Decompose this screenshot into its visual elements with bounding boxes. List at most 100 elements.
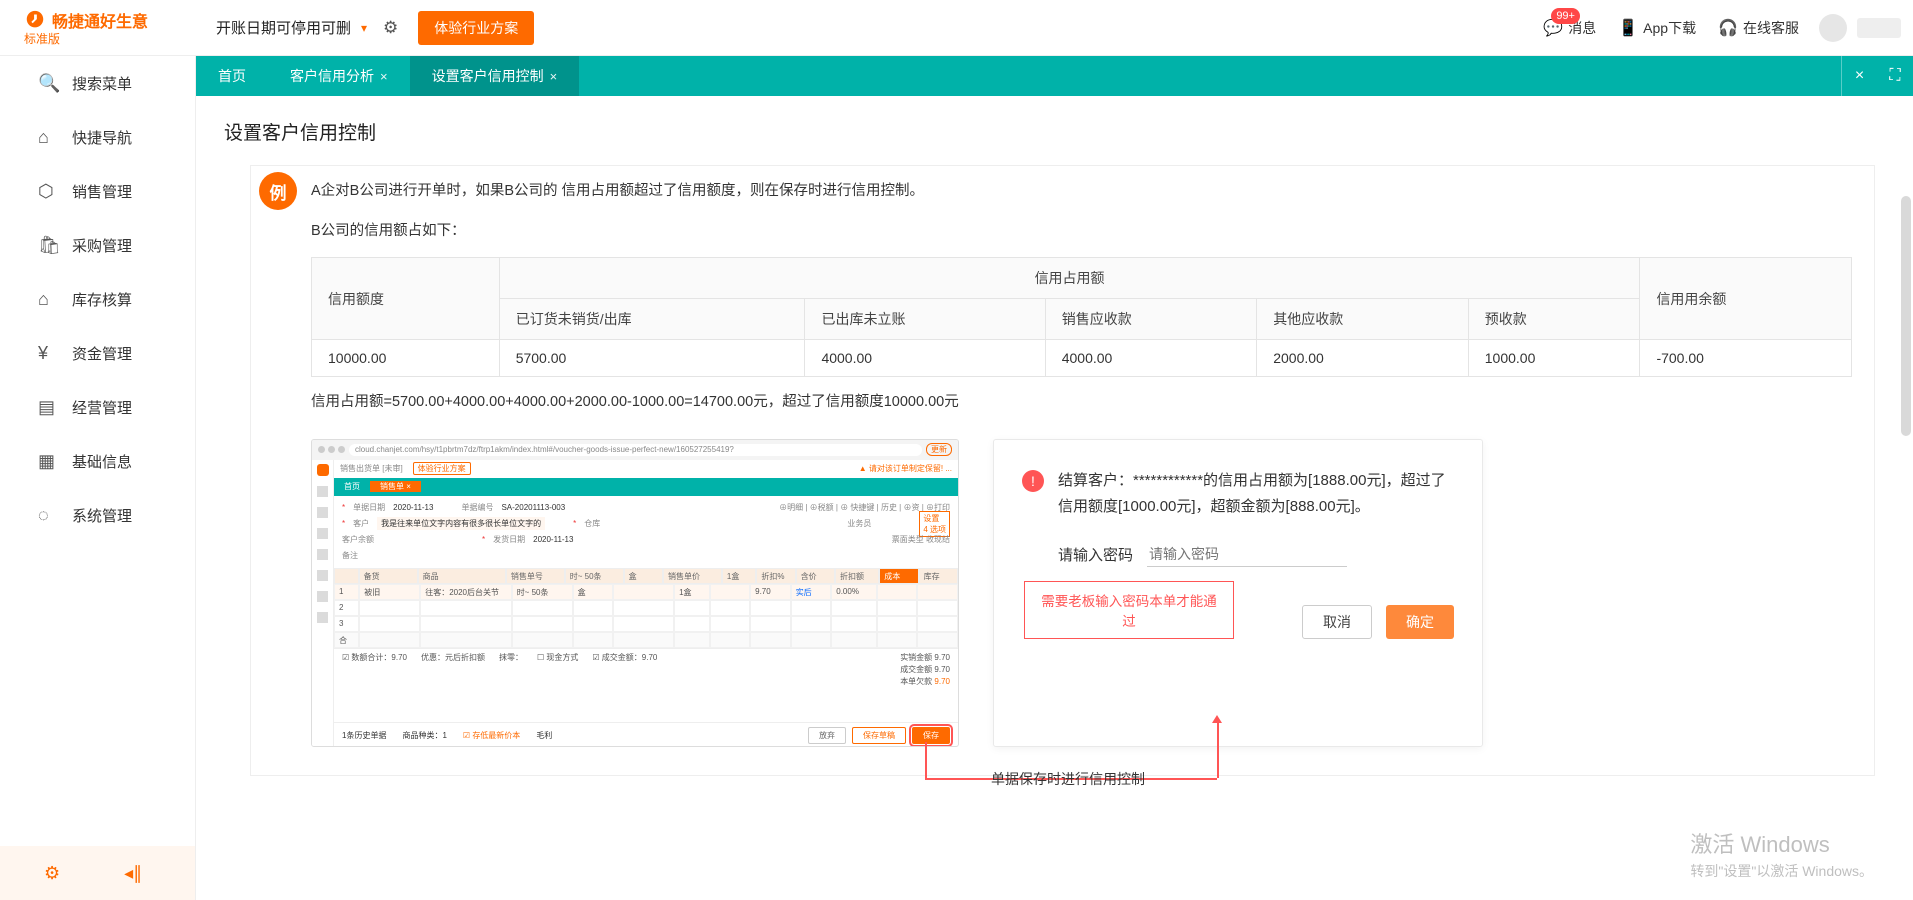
- page-title: 设置客户信用控制: [224, 118, 1885, 145]
- sidebar-item-label: 销售管理: [72, 181, 132, 202]
- customer-service-link[interactable]: 🎧 在线客服: [1718, 18, 1799, 38]
- sidebar-item-basicinfo[interactable]: ▦ 基础信息: [0, 434, 195, 488]
- ok-button[interactable]: 确定: [1386, 605, 1454, 639]
- brand-icon: [24, 9, 46, 31]
- cell: 4000.00: [805, 340, 1045, 377]
- mini-save-highlight: 保存: [912, 727, 950, 744]
- mini-title: 销售出货单 [未审]: [340, 463, 403, 474]
- sidebar-item-sales[interactable]: ⬡ 销售管理: [0, 164, 195, 218]
- sidebar-item-operation[interactable]: ▤ 经营管理: [0, 380, 195, 434]
- arrow-head-icon: [1212, 715, 1222, 723]
- password-label: 请输入密码: [1058, 544, 1133, 565]
- formula-text: 信用占用额=5700.00+4000.00+4000.00+2000.00-10…: [311, 389, 1852, 417]
- th-sub: 预收款: [1468, 299, 1640, 340]
- cell: 1000.00: [1468, 340, 1640, 377]
- app-download-link[interactable]: 📱 App下载: [1618, 18, 1696, 38]
- message-link[interactable]: 💬 99+ 消息: [1543, 18, 1596, 38]
- gear-icon[interactable]: ⚙: [44, 863, 60, 884]
- example-subtitle: B公司的信用额占如下：: [311, 218, 1852, 246]
- report-icon: ▤: [38, 397, 58, 418]
- table-row: 10000.00 5700.00 4000.00 4000.00 2000.00…: [312, 340, 1852, 377]
- th-credit-balance: 信用用余额: [1640, 258, 1852, 340]
- avatar[interactable]: [1819, 14, 1847, 42]
- annotation-line: [925, 742, 927, 778]
- th-credit-limit: 信用额度: [312, 258, 500, 340]
- settings-icon: ◌: [38, 505, 58, 526]
- example-intro: A企对B公司进行开单时，如果B公司的 信用占用额超过了信用额度，则在保存时进行信…: [311, 178, 1852, 206]
- mini-logo-icon: [317, 464, 329, 476]
- tab-fullscreen[interactable]: ⛶: [1877, 56, 1913, 96]
- windows-activation-watermark: 激活 Windows 转到"设置"以激活 Windows。: [1690, 828, 1873, 882]
- mini-url: cloud.chanjet.com/hsy/t1pbrtm7dz/ftrp1ak…: [349, 444, 922, 456]
- screenshot-row: cloud.chanjet.com/hsy/t1pbrtm7dz/ftrp1ak…: [311, 439, 1852, 747]
- tab-label: 首页: [218, 66, 246, 86]
- sidebar: 🔍 搜索菜单 ⌂快捷导航 ⬡ 销售管理 🛍采购管理 ⌂ 库存核算 ¥ 资金管理 ▤ 经营管…: [0, 56, 196, 900]
- watermark-sub: 转到"设置"以激活 Windows。: [1690, 861, 1873, 882]
- sidebar-item-label: 系统管理: [72, 505, 132, 526]
- gear-icon[interactable]: ⚙: [383, 18, 398, 38]
- app-download-label: App下载: [1643, 18, 1696, 38]
- cell: 4000.00: [1045, 340, 1257, 377]
- th-sub: 已出库未立账: [805, 299, 1045, 340]
- sidebar-item-label: 经营管理: [72, 397, 132, 418]
- user-name-placeholder: [1857, 18, 1901, 38]
- tab-credit-control-settings[interactable]: 设置客户信用控制×: [410, 56, 580, 96]
- logo: 畅捷通好生意 标准版: [0, 8, 196, 47]
- phone-icon: 📱: [1618, 18, 1638, 38]
- sidebar-item-inventory[interactable]: ⌂ 库存核算: [0, 272, 195, 326]
- warehouse-icon: ⌂: [38, 289, 58, 310]
- sidebar-item-search[interactable]: 🔍 搜索菜单: [0, 56, 195, 110]
- tag-icon: ⬡: [38, 181, 58, 202]
- sidebar-item-system[interactable]: ◌ 系统管理: [0, 488, 195, 542]
- annotation-line: [1217, 721, 1219, 778]
- th-credit-occupy: 信用占用额: [499, 258, 1640, 299]
- customer-service-label: 在线客服: [1743, 18, 1799, 38]
- sidebar-item-label: 快捷导航: [72, 127, 132, 148]
- cell-negative: -700.00: [1640, 340, 1852, 377]
- tab-close-all[interactable]: ×: [1841, 56, 1877, 96]
- tab-credit-analysis[interactable]: 客户信用分析×: [268, 56, 410, 96]
- credit-table: 信用额度 信用占用额 信用用余额 已订货未销货/出库 已出库未立账 销售应收款 …: [311, 257, 1852, 377]
- collapse-icon[interactable]: ◂∥: [124, 863, 142, 884]
- sidebar-item-label: 基础信息: [72, 451, 132, 472]
- tab-home[interactable]: 首页: [196, 56, 268, 96]
- sidebar-item-label: 搜索菜单: [72, 73, 132, 94]
- warning-text: 结算客户：************的信用占用额为[1888.00元]，超过了信用…: [1058, 468, 1454, 521]
- boss-password-note: 需要老板输入密码本单才能通过: [1024, 581, 1234, 639]
- mini-tab-sales: 销售单 ×: [370, 481, 421, 492]
- scrollbar[interactable]: [1901, 196, 1911, 436]
- close-icon[interactable]: ×: [550, 69, 558, 84]
- brand-text: 畅捷通好生意: [52, 8, 148, 32]
- sidebar-item-label: 采购管理: [72, 235, 132, 256]
- th-sub: 销售应收款: [1045, 299, 1257, 340]
- help-card: 例 A企对B公司进行开单时，如果B公司的 信用占用额超过了信用额度，则在保存时进…: [250, 165, 1875, 776]
- sidebar-item-quicknav[interactable]: ⌂快捷导航: [0, 110, 195, 164]
- account-book-dropdown[interactable]: 开账日期可停用可删 ▾: [216, 17, 367, 38]
- sidebar-item-funds[interactable]: ¥ 资金管理: [0, 326, 195, 380]
- mini-refresh: 更新: [926, 443, 952, 456]
- account-book-label: 开账日期可停用可删: [216, 17, 351, 38]
- password-input[interactable]: [1147, 542, 1347, 567]
- brand-subtext: 标准版: [24, 30, 60, 47]
- industry-plan-button[interactable]: 体验行业方案: [418, 11, 534, 45]
- cell: 2000.00: [1257, 340, 1469, 377]
- close-icon[interactable]: ×: [380, 69, 388, 84]
- sidebar-item-label: 库存核算: [72, 289, 132, 310]
- sidebar-item-purchase[interactable]: 🛍采购管理: [0, 218, 195, 272]
- warning-icon: !: [1022, 470, 1044, 492]
- mini-tab-home: 首页: [334, 481, 370, 492]
- chevron-down-icon: ▾: [361, 21, 367, 35]
- cell: 10000.00: [312, 340, 500, 377]
- search-icon: 🔍: [38, 73, 58, 94]
- grid-icon: ▦: [38, 451, 58, 472]
- sidebar-footer: ⚙ ◂∥: [0, 846, 195, 900]
- topbar: 畅捷通好生意 标准版 开账日期可停用可删 ▾ ⚙ 体验行业方案 💬 99+ 消息…: [0, 0, 1913, 56]
- mini-screenshot: cloud.chanjet.com/hsy/t1pbrtm7dz/ftrp1ak…: [311, 439, 959, 747]
- th-sub: 其他应收款: [1257, 299, 1469, 340]
- message-badge: 99+: [1551, 8, 1580, 24]
- sidebar-item-label: 资金管理: [72, 343, 132, 364]
- cancel-button[interactable]: 取消: [1302, 605, 1372, 639]
- headset-icon: 🎧: [1718, 18, 1738, 38]
- cell: 5700.00: [499, 340, 805, 377]
- money-icon: ¥: [38, 343, 58, 364]
